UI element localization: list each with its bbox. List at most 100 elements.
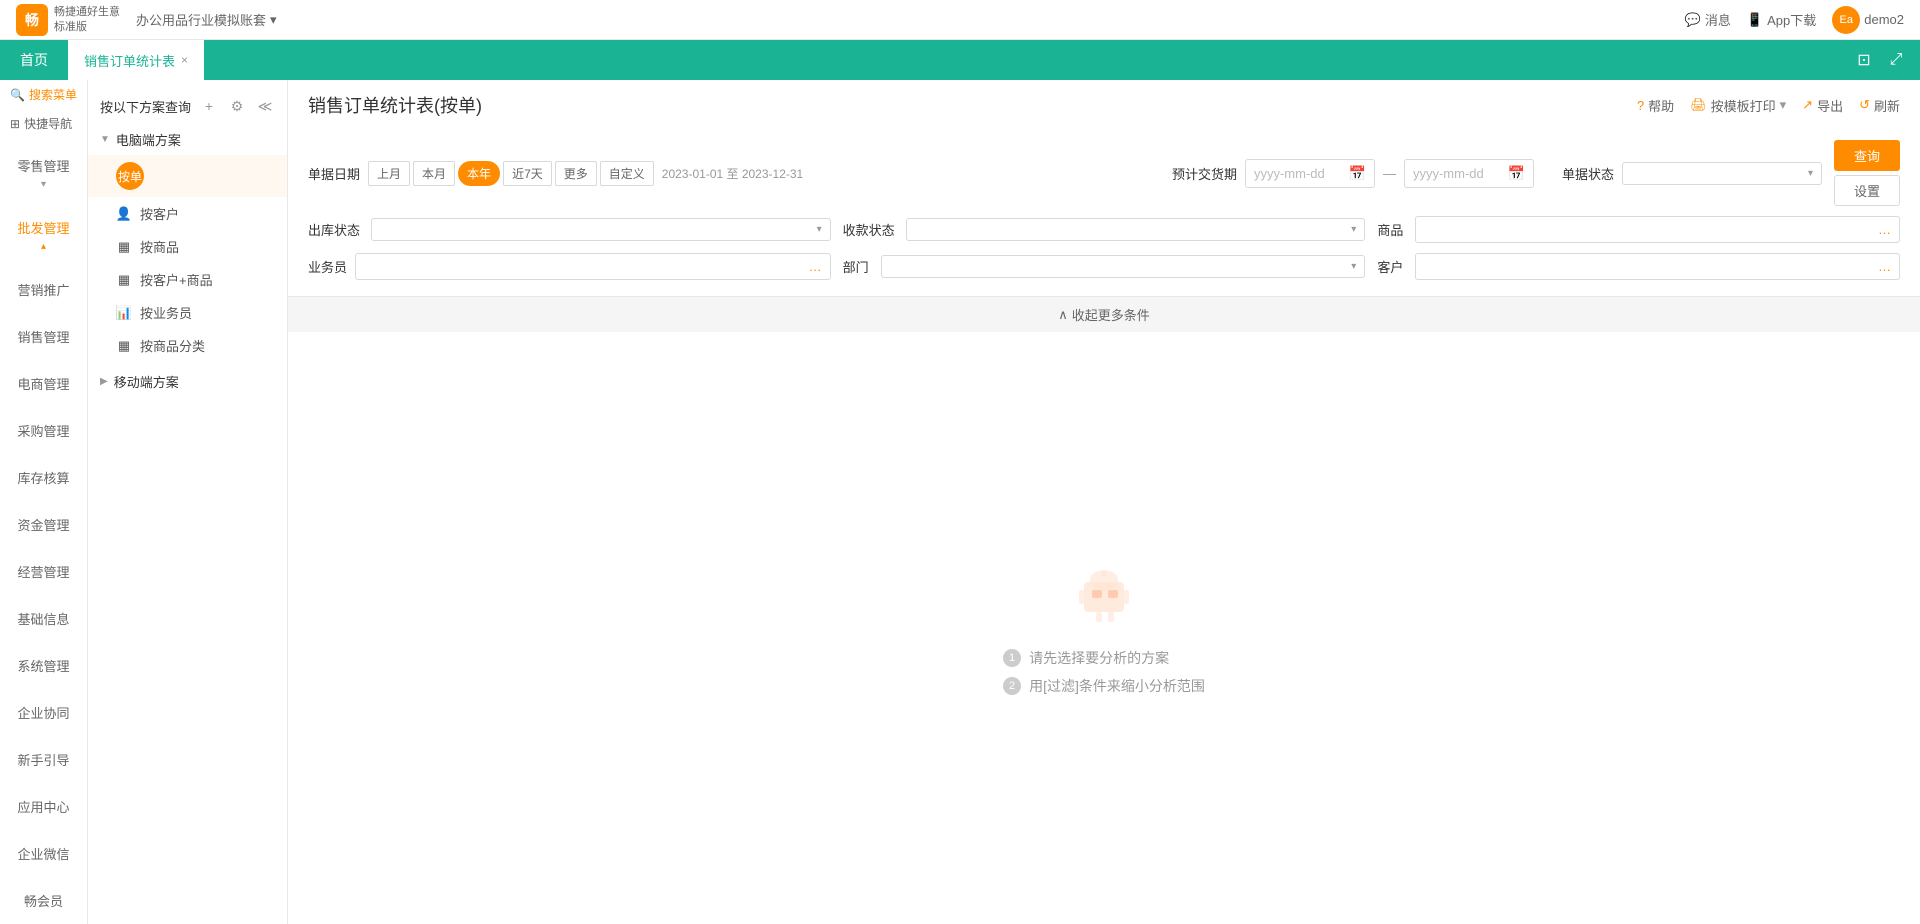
sidebar-item-operation[interactable]: 经营管理 bbox=[0, 548, 87, 595]
message-action[interactable]: 💬 消息 bbox=[1685, 10, 1731, 29]
filter-item-by-goods[interactable]: ▦ 按商品 bbox=[88, 230, 287, 263]
sidebar-quicknav[interactable]: ⊞ 快捷导航 bbox=[0, 109, 87, 138]
sidebar-item-cooperation[interactable]: 企业协同 bbox=[0, 689, 87, 736]
sidebar-item-ecommerce[interactable]: 电商管理 bbox=[0, 360, 87, 407]
date-btn-custom[interactable]: 自定义 bbox=[600, 161, 654, 186]
status-select[interactable]: ▾ bbox=[1622, 162, 1822, 185]
filter-panel-actions: + ⚙ ≪ bbox=[199, 96, 275, 116]
app-download-action[interactable]: 📱 App下载 bbox=[1747, 10, 1816, 29]
filter-row-1: 单据日期 上月 本月 本年 近7天 更多 自定义 2023-01-01 至 20… bbox=[308, 140, 1900, 206]
search-icon: 🔍 bbox=[10, 88, 25, 102]
avatar: Ea bbox=[1832, 6, 1860, 34]
date-btn-last-month[interactable]: 上月 bbox=[368, 161, 410, 186]
sidebar-item-member[interactable]: 畅会员 bbox=[0, 877, 87, 924]
hint-num-2: 2 bbox=[1003, 677, 1021, 695]
tab-home[interactable]: 首页 bbox=[0, 40, 68, 80]
salesperson-ellipsis[interactable]: … bbox=[809, 259, 822, 274]
export-button[interactable]: ↗ 导出 bbox=[1802, 96, 1843, 115]
filter-panel: 按以下方案查询 + ⚙ ≪ ▼ 电脑端方案 按单 bbox=[88, 80, 288, 924]
date-btn-more[interactable]: 更多 bbox=[555, 161, 597, 186]
sidebar-item-label: 应用中心 bbox=[0, 797, 87, 816]
expected-date-start-input[interactable]: yyyy-mm-dd 📅 bbox=[1245, 159, 1375, 188]
add-scheme-button[interactable]: + bbox=[199, 96, 219, 116]
sidebar-item-purchase[interactable]: 采购管理 bbox=[0, 407, 87, 454]
date-range-separator: — bbox=[1383, 166, 1396, 181]
sidebar-item-finance[interactable]: 资金管理 bbox=[0, 501, 87, 548]
content-area: 按以下方案查询 + ⚙ ≪ ▼ 电脑端方案 按单 bbox=[88, 80, 1920, 924]
hint-num-1: 1 bbox=[1003, 649, 1021, 667]
expand-icon: ▼ bbox=[100, 134, 110, 145]
sidebar-item-wholesale[interactable]: 批发管理 ▴ bbox=[0, 204, 87, 266]
customer-icon: 👤 bbox=[116, 206, 132, 222]
customer-group: 客户 … bbox=[1377, 253, 1900, 280]
main-layout: 🔍 搜索菜单 ⊞ 快捷导航 零售管理 ▾ 批发管理 ▴ 营销推广 销售管理 电商… bbox=[0, 80, 1920, 924]
category-icon: ▦ bbox=[116, 338, 132, 354]
customer-input[interactable]: … bbox=[1415, 253, 1900, 280]
expected-date-end-placeholder: yyyy-mm-dd bbox=[1413, 166, 1484, 181]
user-action[interactable]: Ea demo2 bbox=[1832, 6, 1904, 34]
tab-active[interactable]: 销售订单统计表 × bbox=[68, 40, 204, 80]
sidebar-item-marketing[interactable]: 营销推广 bbox=[0, 266, 87, 313]
goods-ellipsis[interactable]: … bbox=[1878, 222, 1891, 237]
date-btn-7days[interactable]: 近7天 bbox=[503, 161, 552, 186]
filter-row-3: 业务员 … 部门 ▾ bbox=[308, 253, 1900, 280]
goods-input[interactable]: … bbox=[1415, 216, 1900, 243]
filter-item-by-customer[interactable]: 👤 按客户 bbox=[88, 197, 287, 230]
department-select[interactable]: ▾ bbox=[881, 255, 1366, 278]
date-range-hint: 2023-01-01 至 2023-12-31 bbox=[662, 165, 803, 182]
date-btn-this-month[interactable]: 本月 bbox=[413, 161, 455, 186]
expected-date-label: 预计交货期 bbox=[1172, 164, 1237, 183]
payment-label: 收款状态 bbox=[843, 220, 898, 239]
shipment-select[interactable]: ▾ bbox=[371, 218, 831, 241]
sidebar-item-appcenter[interactable]: 应用中心 bbox=[0, 783, 87, 830]
collapse-panel-button[interactable]: ≪ bbox=[255, 96, 275, 116]
window-minimize-button[interactable]: ⊡ bbox=[1852, 48, 1876, 72]
sidebar-item-label: 资金管理 bbox=[0, 515, 87, 534]
settings-button[interactable]: 设置 bbox=[1834, 175, 1900, 206]
salesperson-input-area: … bbox=[355, 253, 831, 280]
sidebar-item-label: 批发管理 bbox=[0, 218, 87, 237]
chevron-down-icon: ▾ bbox=[270, 12, 277, 28]
filter-section-pc-title[interactable]: ▼ 电脑端方案 bbox=[88, 124, 287, 155]
sidebar-item-system[interactable]: 系统管理 bbox=[0, 642, 87, 689]
expected-date-end-input[interactable]: yyyy-mm-dd 📅 bbox=[1404, 159, 1534, 188]
query-button[interactable]: 查询 bbox=[1834, 140, 1900, 171]
sidebar-item-sales[interactable]: 销售管理 bbox=[0, 313, 87, 360]
goods-input-area: … bbox=[1415, 216, 1900, 243]
refresh-button[interactable]: ↺ 刷新 bbox=[1859, 96, 1900, 115]
filter-item-by-order[interactable]: 按单 bbox=[88, 155, 287, 197]
help-button[interactable]: ? 帮助 bbox=[1637, 96, 1674, 115]
sidebar-search[interactable]: 🔍 搜索菜单 bbox=[0, 80, 87, 109]
filter-section-mobile-title[interactable]: ▶ 移动端方案 bbox=[88, 366, 287, 397]
collapse-up-icon: ∧ bbox=[1058, 307, 1068, 323]
empty-hint-2: 2 用[过滤]条件来缩小分析范围 bbox=[1003, 676, 1205, 696]
payment-select[interactable]: ▾ bbox=[906, 218, 1366, 241]
window-maximize-button[interactable]: ⤢ bbox=[1884, 48, 1908, 72]
sidebar-item-inventory[interactable]: 库存核算 bbox=[0, 454, 87, 501]
expected-date-group: 预计交货期 yyyy-mm-dd 📅 — yyyy-mm-dd 📅 bbox=[1172, 159, 1534, 188]
topbar-right: 💬 消息 📱 App下载 Ea demo2 bbox=[1685, 6, 1904, 34]
salesperson-input[interactable]: … bbox=[355, 253, 831, 280]
logo-text: 畅捷通好生意 标准版 bbox=[54, 5, 120, 34]
customer-ellipsis[interactable]: … bbox=[1878, 259, 1891, 274]
department-group: 部门 ▾ bbox=[843, 253, 1366, 280]
chevron-down-icon: ▾ bbox=[41, 179, 46, 190]
tabbar-controls: ⊡ ⤢ bbox=[1852, 48, 1920, 72]
sidebar-item-newguide[interactable]: 新手引导 bbox=[0, 736, 87, 783]
tab-close-icon[interactable]: × bbox=[181, 53, 188, 67]
date-btn-this-year[interactable]: 本年 bbox=[458, 161, 500, 186]
goods-group: 商品 … bbox=[1377, 216, 1900, 243]
empty-illustration bbox=[1064, 552, 1144, 632]
company-selector[interactable]: 办公用品行业模拟账套 ▾ bbox=[128, 10, 285, 29]
print-button[interactable]: 🖨 按模板打印 ▾ bbox=[1690, 96, 1786, 115]
filter-item-by-salesperson[interactable]: 📊 按业务员 bbox=[88, 296, 287, 329]
sidebar-item-label: 系统管理 bbox=[0, 656, 87, 675]
help-icon: ? bbox=[1637, 98, 1644, 113]
filter-item-by-category[interactable]: ▦ 按商品分类 bbox=[88, 329, 287, 362]
sidebar-item-basic[interactable]: 基础信息 bbox=[0, 595, 87, 642]
sidebar-item-retail[interactable]: 零售管理 ▾ bbox=[0, 142, 87, 204]
sidebar-item-wechat[interactable]: 企业微信 bbox=[0, 830, 87, 877]
filter-item-by-customer-goods[interactable]: ▦ 按客户+商品 bbox=[88, 263, 287, 296]
settings-scheme-button[interactable]: ⚙ bbox=[227, 96, 247, 116]
collapse-conditions-button[interactable]: ∧ 收起更多条件 bbox=[288, 296, 1920, 332]
